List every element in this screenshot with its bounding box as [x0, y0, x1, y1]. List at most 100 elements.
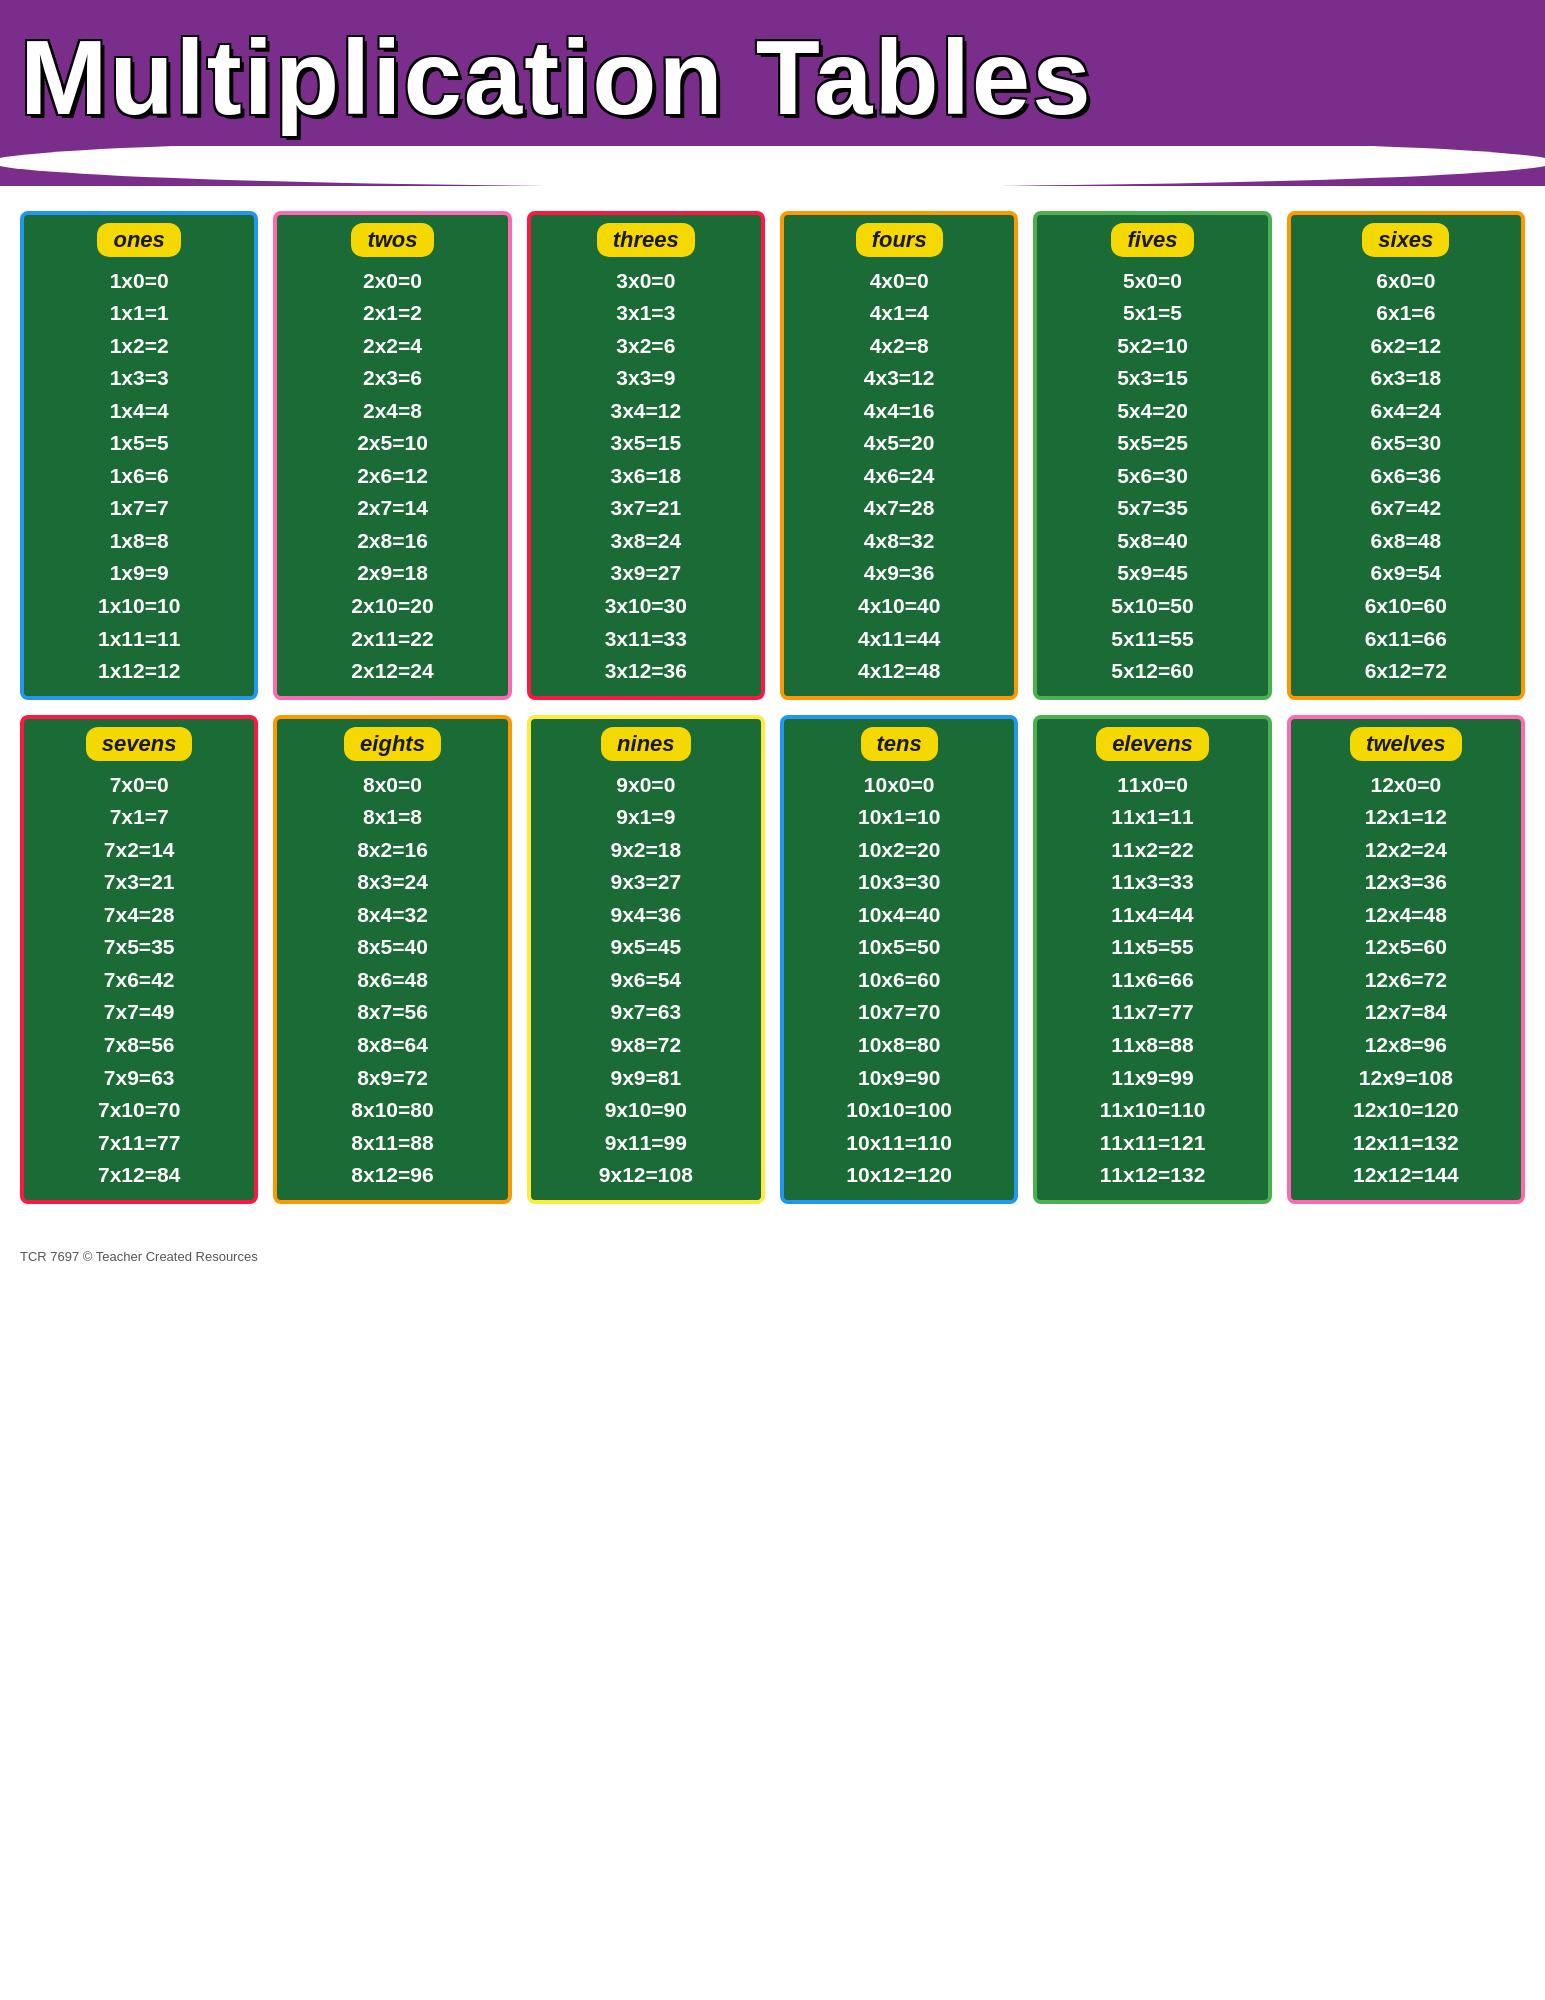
table-row: 2x3=6 — [363, 362, 422, 395]
table-row: 6x9=54 — [1370, 557, 1441, 590]
table-label-nines: nines — [601, 727, 690, 761]
tables-grid: ones1x0=01x1=11x2=21x3=31x4=41x5=51x6=61… — [20, 211, 1525, 1204]
header-wave — [0, 146, 1545, 186]
table-row: 10x2=20 — [858, 834, 940, 867]
table-row: 1x2=2 — [110, 330, 169, 363]
table-card-nines: nines9x0=09x1=99x2=189x3=279x4=369x5=459… — [527, 715, 765, 1204]
table-row: 4x3=12 — [864, 362, 935, 395]
table-row: 6x11=66 — [1365, 623, 1447, 656]
table-row: 11x5=55 — [1111, 931, 1193, 964]
table-row: 3x12=36 — [605, 655, 687, 688]
table-row: 3x3=9 — [616, 362, 675, 395]
table-row: 5x2=10 — [1117, 330, 1188, 363]
header: Multiplication Tables — [0, 0, 1545, 146]
table-row: 12x11=132 — [1353, 1127, 1459, 1160]
table-row: 7x6=42 — [104, 964, 175, 997]
table-row: 12x2=24 — [1365, 834, 1447, 867]
table-row: 5x1=5 — [1123, 297, 1182, 330]
table-row: 8x0=0 — [363, 769, 422, 802]
table-row: 1x8=8 — [110, 525, 169, 558]
table-row: 3x1=3 — [616, 297, 675, 330]
table-card-sixes: sixes6x0=06x1=66x2=126x3=186x4=246x5=306… — [1287, 211, 1525, 700]
table-row: 8x2=16 — [357, 834, 428, 867]
table-row: 11x7=77 — [1111, 996, 1193, 1029]
table-row: 4x11=44 — [858, 623, 940, 656]
table-card-sevens: sevens7x0=07x1=77x2=147x3=217x4=287x5=35… — [20, 715, 258, 1204]
table-row: 8x12=96 — [351, 1159, 433, 1192]
table-row: 5x7=35 — [1117, 492, 1188, 525]
table-row: 9x9=81 — [610, 1062, 681, 1095]
table-row: 6x12=72 — [1365, 655, 1447, 688]
table-row: 3x5=15 — [610, 427, 681, 460]
table-row: 8x11=88 — [351, 1127, 433, 1160]
table-card-tens: tens10x0=010x1=1010x2=2010x3=3010x4=4010… — [780, 715, 1018, 1204]
table-row: 11x11=121 — [1100, 1127, 1206, 1160]
page-title: Multiplication Tables — [20, 10, 1525, 146]
table-row: 2x4=8 — [363, 395, 422, 428]
table-row: 10x0=0 — [864, 769, 935, 802]
table-row: 2x5=10 — [357, 427, 428, 460]
table-row: 11x6=66 — [1111, 964, 1193, 997]
table-label-twos: twos — [351, 223, 433, 257]
table-row: 12x6=72 — [1365, 964, 1447, 997]
table-row: 1x12=12 — [98, 655, 180, 688]
table-row: 7x5=35 — [104, 931, 175, 964]
table-row: 7x3=21 — [104, 866, 175, 899]
table-row: 9x3=27 — [610, 866, 681, 899]
table-row: 3x4=12 — [610, 395, 681, 428]
table-row: 12x8=96 — [1365, 1029, 1447, 1062]
table-row: 9x1=9 — [616, 801, 675, 834]
table-row: 4x10=40 — [858, 590, 940, 623]
main-content: ones1x0=01x1=11x2=21x3=31x4=41x5=51x6=61… — [0, 186, 1545, 1244]
table-row: 12x3=36 — [1365, 866, 1447, 899]
table-card-twelves: twelves12x0=012x1=1212x2=2412x3=3612x4=4… — [1287, 715, 1525, 1204]
table-row: 9x0=0 — [616, 769, 675, 802]
table-row: 11x8=88 — [1111, 1029, 1193, 1062]
table-row: 6x2=12 — [1370, 330, 1441, 363]
table-row: 4x5=20 — [864, 427, 935, 460]
table-row: 8x4=32 — [357, 899, 428, 932]
table-row: 5x0=0 — [1123, 265, 1182, 298]
table-row: 1x11=11 — [98, 623, 180, 656]
table-row: 3x9=27 — [610, 557, 681, 590]
table-row: 6x10=60 — [1365, 590, 1447, 623]
table-row: 2x12=24 — [351, 655, 433, 688]
table-row: 2x0=0 — [363, 265, 422, 298]
table-row: 2x1=2 — [363, 297, 422, 330]
table-card-elevens: elevens11x0=011x1=1111x2=2211x3=3311x4=4… — [1033, 715, 1271, 1204]
table-row: 7x12=84 — [98, 1159, 180, 1192]
table-card-ones: ones1x0=01x1=11x2=21x3=31x4=41x5=51x6=61… — [20, 211, 258, 700]
table-label-ones: ones — [97, 223, 180, 257]
table-row: 2x9=18 — [357, 557, 428, 590]
table-row: 8x1=8 — [363, 801, 422, 834]
table-label-tens: tens — [861, 727, 938, 761]
table-row: 7x4=28 — [104, 899, 175, 932]
table-card-fives: fives5x0=05x1=55x2=105x3=155x4=205x5=255… — [1033, 211, 1271, 700]
table-card-twos: twos2x0=02x1=22x2=42x3=62x4=82x5=102x6=1… — [273, 211, 511, 700]
table-row: 10x9=90 — [858, 1062, 940, 1095]
table-row: 6x8=48 — [1370, 525, 1441, 558]
table-row: 12x10=120 — [1353, 1094, 1459, 1127]
table-label-eights: eights — [344, 727, 441, 761]
table-row: 4x8=32 — [864, 525, 935, 558]
table-row: 1x5=5 — [110, 427, 169, 460]
table-row: 10x11=110 — [846, 1127, 952, 1160]
table-row: 12x1=12 — [1365, 801, 1447, 834]
table-row: 12x4=48 — [1365, 899, 1447, 932]
table-row: 3x10=30 — [605, 590, 687, 623]
footer: TCR 7697 © Teacher Created Resources — [0, 1244, 1545, 1269]
table-row: 7x2=14 — [104, 834, 175, 867]
table-row: 1x9=9 — [110, 557, 169, 590]
table-row: 11x12=132 — [1100, 1159, 1206, 1192]
table-label-fives: fives — [1111, 223, 1193, 257]
table-row: 10x10=100 — [846, 1094, 952, 1127]
table-row: 9x12=108 — [599, 1159, 693, 1192]
table-label-sixes: sixes — [1362, 223, 1449, 257]
table-row: 8x10=80 — [351, 1094, 433, 1127]
table-row: 8x8=64 — [357, 1029, 428, 1062]
table-row: 1x6=6 — [110, 460, 169, 493]
table-row: 3x8=24 — [610, 525, 681, 558]
table-row: 7x8=56 — [104, 1029, 175, 1062]
table-row: 4x1=4 — [870, 297, 929, 330]
table-row: 5x6=30 — [1117, 460, 1188, 493]
